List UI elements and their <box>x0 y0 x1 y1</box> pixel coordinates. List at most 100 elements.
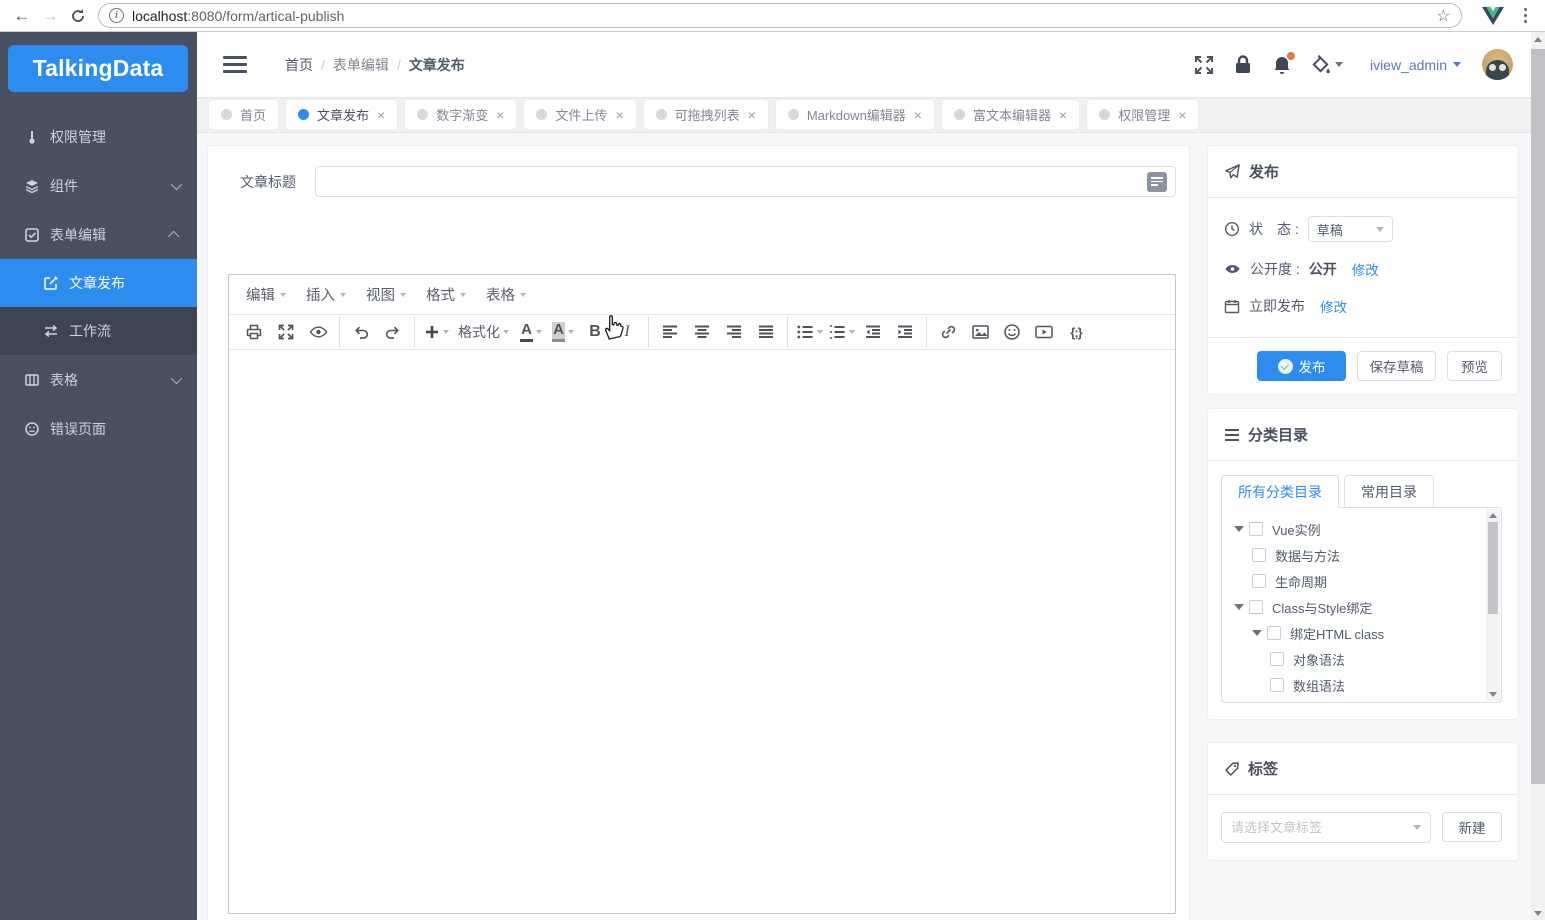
fullscreen-icon[interactable] <box>1193 54 1215 76</box>
menu-insert[interactable]: 插入 <box>296 277 356 312</box>
scrollbar-thumb[interactable] <box>1488 522 1498 614</box>
insert-plus-icon[interactable] <box>420 317 452 347</box>
close-icon[interactable]: × <box>496 108 504 122</box>
scroll-down-icon[interactable] <box>1489 692 1497 697</box>
tree-node[interactable]: 数据与方法 <box>1232 542 1481 568</box>
scroll-down-icon[interactable] <box>1534 911 1542 916</box>
sidebar-item-workflow[interactable]: 工作流 <box>0 307 197 355</box>
logo[interactable]: TalkingData <box>8 45 188 92</box>
checkbox[interactable] <box>1249 522 1263 536</box>
redo-icon[interactable] <box>377 317 409 347</box>
bold-icon[interactable]: B <box>579 317 611 347</box>
scroll-up-icon[interactable] <box>1534 37 1542 42</box>
sidebar-item-error-pages[interactable]: 错误页面 <box>0 404 197 453</box>
fullscreen-editor-icon[interactable] <box>270 317 302 347</box>
bell-icon[interactable] <box>1271 51 1295 76</box>
bullet-list-icon[interactable] <box>793 317 825 347</box>
checkbox[interactable] <box>1267 626 1281 640</box>
bookmark-star-icon[interactable]: ☆ <box>1436 6 1450 26</box>
input-notes-icon[interactable] <box>1147 171 1167 192</box>
schedule-modify-link[interactable]: 修改 <box>1320 296 1347 316</box>
code-sample-icon[interactable]: {;} <box>1060 317 1092 347</box>
align-left-icon[interactable] <box>654 317 686 347</box>
sidebar-item-tables[interactable]: 表格 <box>0 355 197 404</box>
align-right-icon[interactable] <box>718 317 750 347</box>
forward-icon[interactable]: → <box>36 2 64 30</box>
checkbox[interactable] <box>1270 678 1284 692</box>
outdent-icon[interactable] <box>857 317 889 347</box>
close-icon[interactable]: × <box>914 108 922 122</box>
tree-node[interactable]: 绑定HTML class <box>1232 620 1481 646</box>
text-color-icon[interactable]: A <box>515 317 547 347</box>
page-scrollbar[interactable] <box>1531 32 1545 920</box>
page-info-icon[interactable]: i <box>109 8 124 23</box>
tab-article-publish[interactable]: 文章发布 × <box>286 100 398 129</box>
emoticon-icon[interactable] <box>996 317 1028 347</box>
tab-number-gradient[interactable]: 数字渐变 × <box>405 100 517 129</box>
tab-richtext-editor[interactable]: 富文本编辑器 × <box>941 100 1080 129</box>
article-title-input[interactable] <box>315 166 1176 197</box>
tree-node[interactable]: 对象语法 <box>1232 646 1481 672</box>
image-icon[interactable] <box>964 317 996 347</box>
avatar[interactable] <box>1482 49 1513 80</box>
tab-file-upload[interactable]: 文件上传 × <box>524 100 636 129</box>
breadcrumb-form-edit[interactable]: 表单编辑 <box>333 55 389 75</box>
tab-markdown-editor[interactable]: Markdown编辑器 × <box>775 100 934 129</box>
checkbox[interactable] <box>1252 574 1266 588</box>
browser-menu-icon[interactable] <box>1514 7 1538 24</box>
menu-format[interactable]: 格式 <box>416 277 476 312</box>
print-icon[interactable] <box>238 317 270 347</box>
link-icon[interactable] <box>932 317 964 347</box>
tab-all-categories[interactable]: 所有分类目录 <box>1221 475 1339 508</box>
breadcrumb-home[interactable]: 首页 <box>285 55 313 75</box>
tab-permissions[interactable]: 权限管理 × <box>1087 100 1199 129</box>
visibility-modify-link[interactable]: 修改 <box>1352 259 1379 279</box>
tree-node[interactable]: 数组语法 <box>1232 672 1481 698</box>
preview-button[interactable]: 预览 <box>1447 351 1502 381</box>
menu-edit[interactable]: 编辑 <box>236 277 296 312</box>
lock-icon[interactable] <box>1232 54 1254 76</box>
checkbox[interactable] <box>1252 548 1266 562</box>
tab-common-categories[interactable]: 常用目录 <box>1344 475 1434 508</box>
tree-expand-icon[interactable] <box>1252 630 1262 636</box>
tree-node[interactable]: 生命周期 <box>1232 568 1481 594</box>
checkbox[interactable] <box>1249 600 1263 614</box>
close-icon[interactable]: × <box>377 108 385 122</box>
new-tag-button[interactable]: 新建 <box>1442 812 1502 842</box>
preview-eye-icon[interactable] <box>302 317 334 347</box>
publish-button[interactable]: 发布 <box>1257 351 1346 381</box>
address-bar[interactable]: i localhost:8080/form/artical-publish ☆ <box>98 3 1462 28</box>
background-color-icon[interactable]: A <box>547 317 579 347</box>
back-icon[interactable]: ← <box>8 2 36 30</box>
status-select[interactable]: 草稿 <box>1307 216 1393 242</box>
tree-expand-icon[interactable] <box>1234 526 1244 532</box>
close-icon[interactable]: × <box>1178 108 1186 122</box>
numbered-list-icon[interactable] <box>825 317 857 347</box>
close-icon[interactable]: × <box>615 108 623 122</box>
save-draft-button[interactable]: 保存草稿 <box>1357 351 1436 381</box>
menu-table[interactable]: 表格 <box>476 277 536 312</box>
sidebar-item-form-edit[interactable]: 表单编辑 <box>0 210 197 259</box>
media-icon[interactable] <box>1028 317 1060 347</box>
tree-node[interactable]: Vue实例 <box>1232 516 1481 542</box>
tree-expand-icon[interactable] <box>1234 604 1244 610</box>
user-menu[interactable]: iview_admin <box>1370 57 1461 73</box>
scrollbar-thumb[interactable] <box>1531 49 1545 784</box>
tree-scrollbar[interactable] <box>1486 509 1500 701</box>
menu-view[interactable]: 视图 <box>356 277 416 312</box>
italic-icon[interactable]: I <box>611 317 643 347</box>
close-icon[interactable]: × <box>1059 108 1067 122</box>
align-center-icon[interactable] <box>686 317 718 347</box>
vue-devtools-icon[interactable] <box>1481 6 1504 26</box>
checkbox[interactable] <box>1270 652 1284 666</box>
tree-node[interactable]: Class与Style绑定 <box>1232 594 1481 620</box>
tab-home[interactable]: 首页 <box>209 100 279 129</box>
tag-select-input[interactable] <box>1231 820 1413 835</box>
tab-draggable-list[interactable]: 可拖拽列表 × <box>643 100 768 129</box>
scroll-up-icon[interactable] <box>1489 513 1497 518</box>
format-select[interactable]: 格式化 <box>452 317 515 347</box>
theme-bucket-icon[interactable] <box>1310 54 1343 75</box>
refresh-icon[interactable] <box>64 2 92 30</box>
undo-icon[interactable] <box>345 317 377 347</box>
align-justify-icon[interactable] <box>750 317 782 347</box>
